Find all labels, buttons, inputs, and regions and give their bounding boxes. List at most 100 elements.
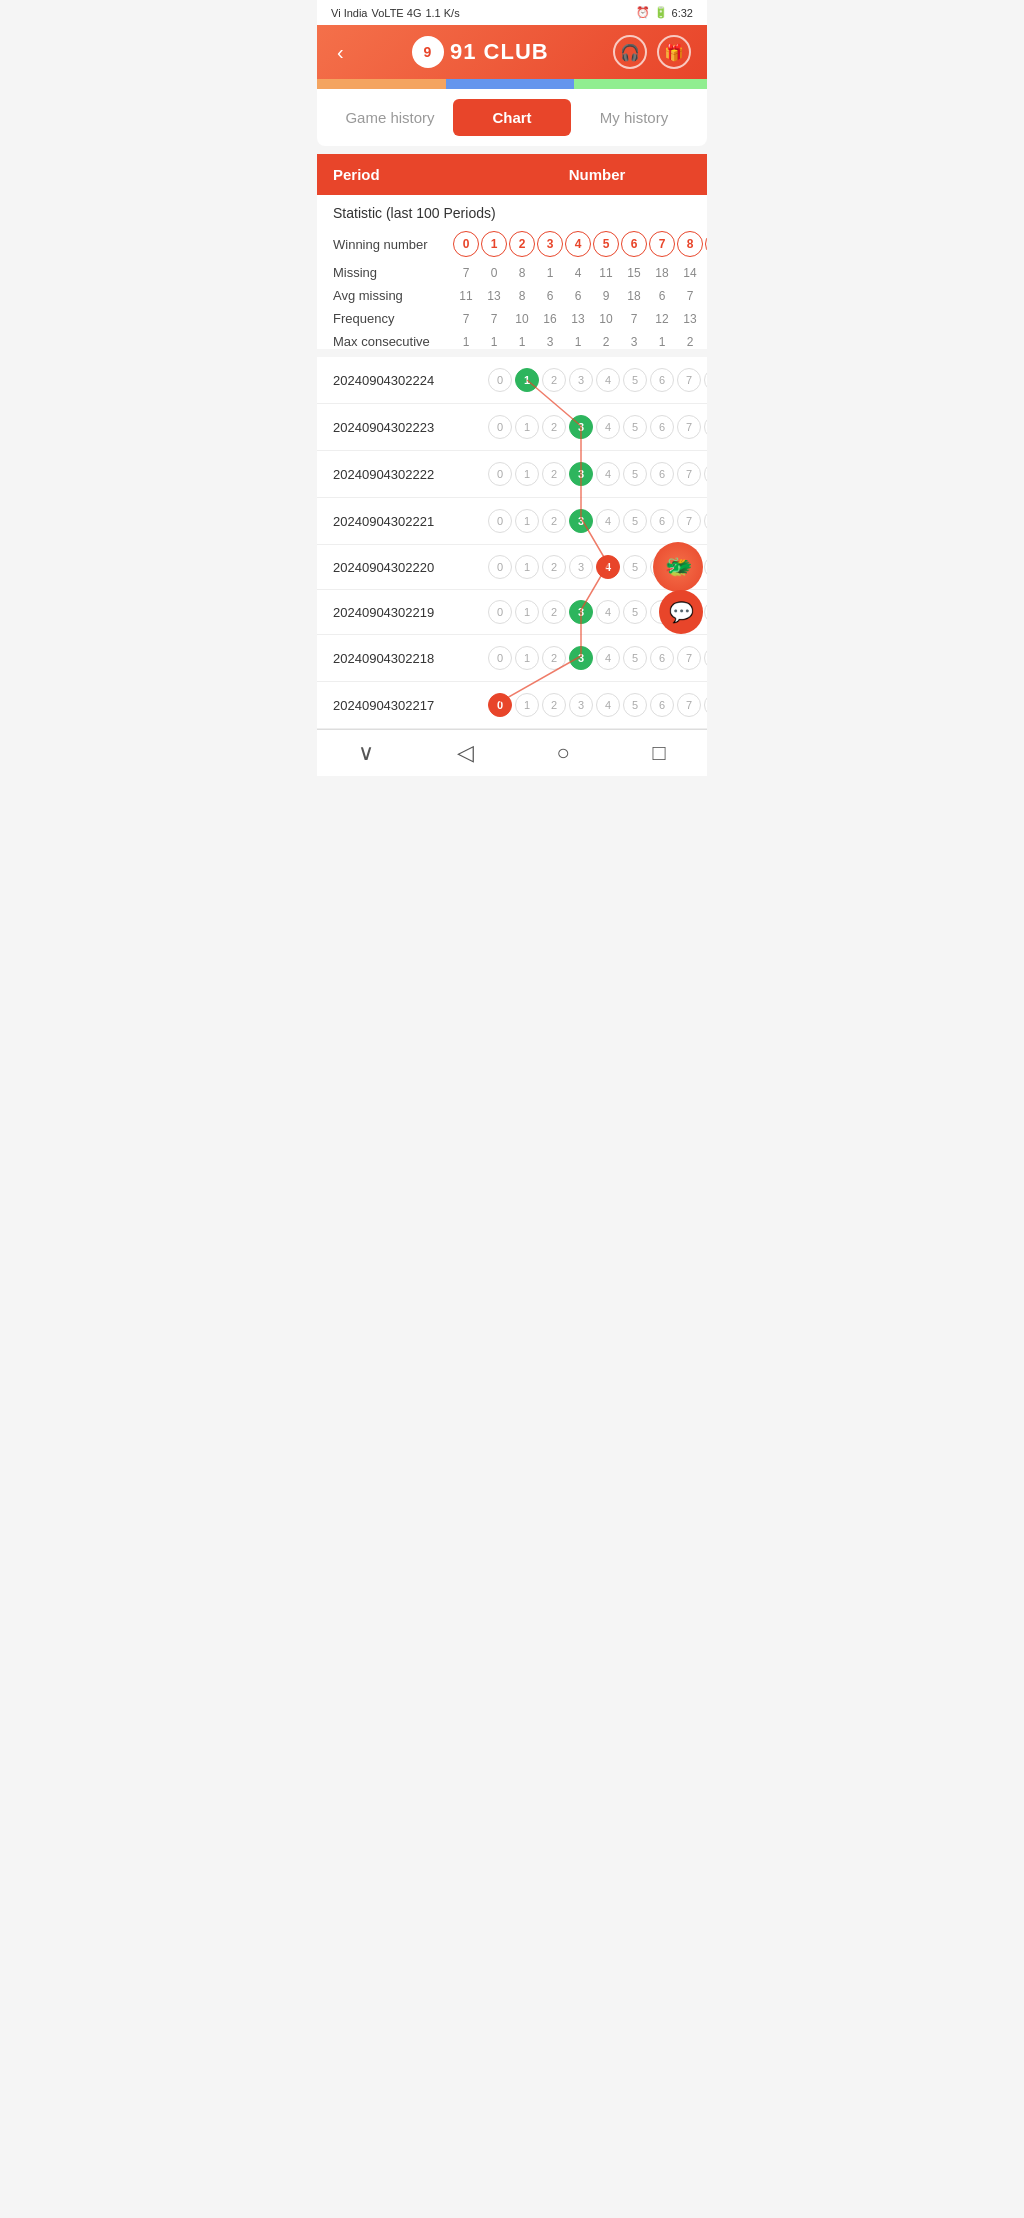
row-num-8: 8	[704, 462, 707, 486]
row-badge: 💬	[659, 590, 703, 634]
frequency-val-0: 7	[453, 312, 479, 326]
network-speed: 1.1 K/s	[425, 7, 459, 19]
row-num-7: 7	[677, 693, 701, 717]
winning-number-circles: 0123456789	[453, 231, 707, 257]
row-num-1: 1	[515, 368, 539, 392]
row-num-2: 2	[542, 600, 566, 624]
battery-icon: 🔋	[654, 6, 668, 19]
max-consecutive-val-1: 1	[481, 335, 507, 349]
row-num-6: 6	[650, 509, 674, 533]
back-button[interactable]: ‹	[333, 37, 348, 68]
color-bar	[317, 79, 707, 89]
tab-game-history[interactable]: Game history	[331, 99, 449, 136]
app-logo: 9 91 CLUB	[412, 36, 549, 68]
tabs-container: Game history Chart My history	[317, 89, 707, 146]
game-row: 202409043022220123456789S	[317, 451, 707, 498]
header-icons: 🎧 🎁	[613, 35, 691, 69]
winning-circle-5: 5	[593, 231, 619, 257]
winning-circle-3: 3	[537, 231, 563, 257]
winning-circle-8: 8	[677, 231, 703, 257]
frequency-val-3: 16	[537, 312, 563, 326]
back-nav-button[interactable]: ◁	[457, 740, 474, 766]
game-row: 202409043022170123456789S	[317, 682, 707, 729]
row-numbers: 0123456789	[488, 646, 707, 670]
game-row: 202409043022200123456789🐲	[317, 545, 707, 590]
tab-my-history[interactable]: My history	[575, 99, 693, 136]
row-num-7: 7	[677, 415, 701, 439]
row-num-0: 0	[488, 646, 512, 670]
avg-missing-val-6: 18	[621, 289, 647, 303]
avg-missing-val-7: 6	[649, 289, 675, 303]
missing-label: Missing	[333, 265, 453, 280]
avg-missing-val-0: 11	[453, 289, 479, 303]
row-num-4: 4	[596, 693, 620, 717]
number-column-header: Number	[503, 166, 691, 183]
missing-val-6: 15	[621, 266, 647, 280]
frequency-label: Frequency	[333, 311, 453, 326]
missing-val-0: 7	[453, 266, 479, 280]
row-numbers: 0123456789	[488, 462, 707, 486]
missing-val-5: 11	[593, 266, 619, 280]
home-button[interactable]: ○	[556, 740, 569, 766]
row-num-3: 3	[569, 415, 593, 439]
missing-val-9: 24	[705, 266, 707, 280]
row-num-8: 8	[704, 368, 707, 392]
avg-missing-val-2: 8	[509, 289, 535, 303]
period-column-header: Period	[333, 166, 503, 183]
chevron-down-button[interactable]: ∨	[358, 740, 374, 766]
max-consecutive-val-9: 1	[705, 335, 707, 349]
missing-val-2: 8	[509, 266, 535, 280]
missing-val-4: 4	[565, 266, 591, 280]
winning-circle-1: 1	[481, 231, 507, 257]
row-num-1: 1	[515, 600, 539, 624]
gift-icon[interactable]: 🎁	[657, 35, 691, 69]
network-type: VoLTE 4G	[372, 7, 422, 19]
frequency-val-8: 13	[677, 312, 703, 326]
row-badge: 🐲	[653, 542, 703, 592]
row-num-2: 2	[542, 555, 566, 579]
status-right: ⏰ 🔋 6:32	[636, 6, 693, 19]
avg-missing-val-3: 6	[537, 289, 563, 303]
square-button[interactable]: □	[652, 740, 665, 766]
row-num-6: 6	[650, 368, 674, 392]
headset-icon[interactable]: 🎧	[613, 35, 647, 69]
max-consecutive-label: Max consecutive	[333, 334, 453, 349]
carrier: Vi India	[331, 7, 368, 19]
period-id: 20240904302218	[333, 651, 488, 666]
missing-val-3: 1	[537, 266, 563, 280]
row-num-7: 7	[677, 646, 701, 670]
row-num-3: 3	[569, 600, 593, 624]
tab-chart[interactable]: Chart	[453, 99, 571, 136]
row-num-2: 2	[542, 462, 566, 486]
row-numbers: 0123456789	[488, 415, 707, 439]
row-num-6: 6	[650, 462, 674, 486]
row-num-0: 0	[488, 693, 512, 717]
row-num-5: 5	[623, 600, 647, 624]
frequency-values: 7710161310712135	[453, 312, 707, 326]
avg-missing-values: 11138669186715	[453, 289, 707, 303]
row-num-1: 1	[515, 693, 539, 717]
logo-icon: 9	[412, 36, 444, 68]
stats-title: Statistic (last 100 Periods)	[333, 205, 691, 221]
avg-missing-val-1: 13	[481, 289, 507, 303]
avg-missing-val-8: 7	[677, 289, 703, 303]
row-num-6: 6	[650, 693, 674, 717]
time-display: 6:32	[672, 7, 693, 19]
row-num-1: 1	[515, 415, 539, 439]
winning-number-row: Winning number 0123456789	[333, 231, 691, 257]
avg-missing-row: Avg missing 11138669186715	[333, 288, 691, 303]
row-num-3: 3	[569, 555, 593, 579]
row-num-3: 3	[569, 462, 593, 486]
avg-missing-val-5: 9	[593, 289, 619, 303]
max-consecutive-values: 1113123121	[453, 335, 707, 349]
winning-circle-2: 2	[509, 231, 535, 257]
row-num-0: 0	[488, 368, 512, 392]
row-num-6: 6	[650, 415, 674, 439]
frequency-val-4: 13	[565, 312, 591, 326]
row-num-4: 4	[596, 646, 620, 670]
max-consecutive-row: Max consecutive 1113123121	[333, 334, 691, 349]
row-num-2: 2	[542, 415, 566, 439]
period-id: 20240904302224	[333, 373, 488, 388]
row-num-5: 5	[623, 462, 647, 486]
row-num-3: 3	[569, 509, 593, 533]
